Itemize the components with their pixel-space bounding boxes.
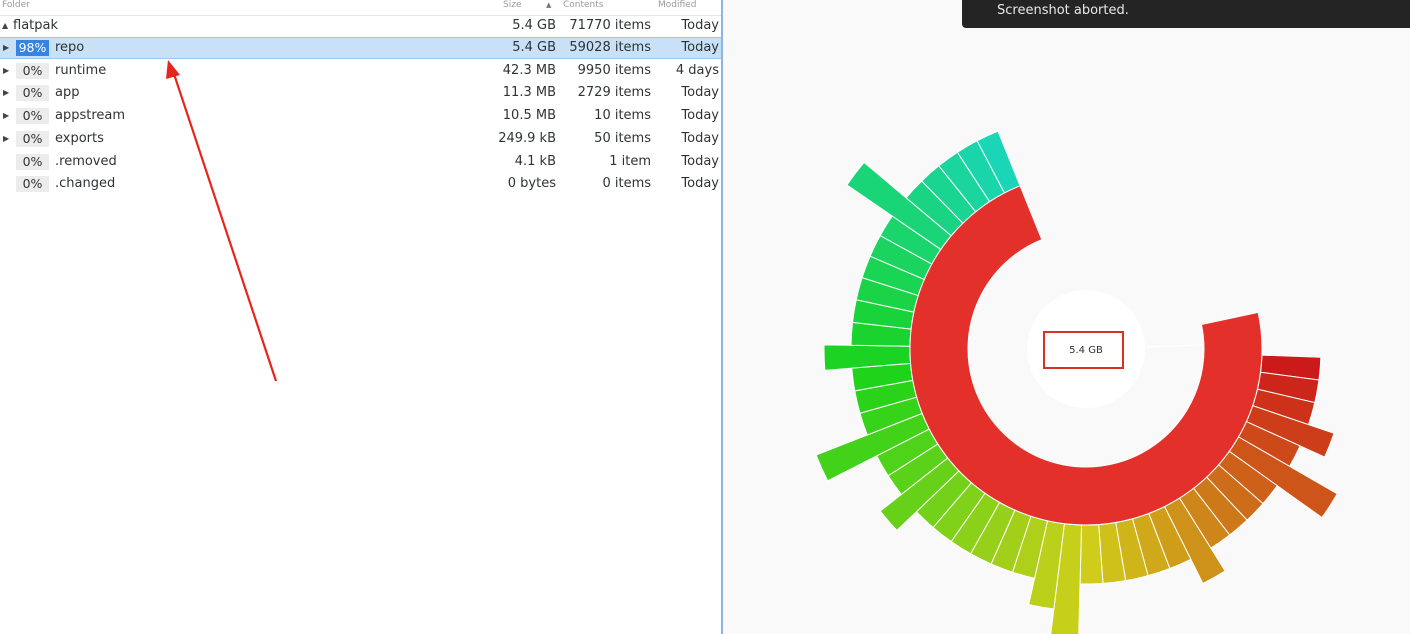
folder-size: 11.3 MB: [502, 85, 556, 101]
folder-size: 10.5 MB: [502, 108, 556, 124]
tree-row[interactable]: ▶ 0% runtime 42.3 MB 9950 items 4 days: [0, 60, 721, 82]
folder-size: 249.9 kB: [498, 130, 556, 146]
ring-segment-outer[interactable]: [1079, 524, 1104, 585]
tree-row[interactable]: ▶ 0% app 11.3 MB 2729 items Today: [0, 82, 721, 104]
folder-modified: Today: [681, 18, 719, 33]
column-header-bar: [0, 0, 721, 16]
folder-contents: 1 item: [609, 153, 651, 169]
folder-contents: 59028 items: [569, 40, 651, 55]
expand-triangle-icon[interactable]: ▶: [3, 105, 11, 127]
folder-name: app: [55, 85, 80, 101]
folder-contents: 71770 items: [569, 18, 651, 33]
toast-message: Screenshot aborted.: [997, 3, 1129, 18]
expand-triangle-icon[interactable]: ▶: [3, 60, 11, 82]
toast-notification: Screenshot aborted.: [962, 0, 1410, 28]
folder-modified: Today: [681, 130, 719, 146]
folder-size: 5.4 GB: [512, 40, 556, 55]
column-header-contents[interactable]: Contents: [563, 0, 603, 15]
ring-chart[interactable]: 5.4 GB: [723, 0, 1410, 634]
tree-row[interactable]: 0% .removed 4.1 kB 1 item Today: [0, 151, 721, 173]
folder-name: .changed: [55, 176, 116, 192]
expand-triangle-icon[interactable]: ▶: [3, 38, 11, 58]
folder-modified: Today: [681, 153, 719, 169]
ring-chart-panel[interactable]: 5.4 GB: [723, 0, 1410, 634]
folder-size: 0 bytes: [507, 176, 556, 192]
usage-percent-badge: 0%: [16, 85, 49, 102]
folder-modified: Today: [681, 108, 719, 124]
folder-contents: 2729 items: [577, 85, 651, 101]
usage-percent-badge: 0%: [16, 176, 49, 193]
usage-percent-badge: 0%: [16, 62, 49, 79]
expand-triangle-icon[interactable]: ▶: [3, 82, 11, 104]
folder-name: exports: [55, 130, 104, 146]
folder-contents: 9950 items: [577, 62, 651, 78]
center-size-label: 5.4 GB: [1069, 345, 1103, 356]
folder-size: 42.3 MB: [502, 62, 556, 78]
folder-size: 4.1 kB: [514, 153, 556, 169]
folder-modified: Today: [681, 176, 719, 192]
tree-row-root[interactable]: ▲ flatpak 5.4 GB 71770 items Today: [0, 15, 721, 37]
usage-percent-badge: 0%: [16, 153, 49, 170]
folder-name: flatpak: [13, 18, 58, 33]
tree-row[interactable]: ▶ 0% exports 249.9 kB 50 items Today: [0, 128, 721, 150]
folder-name: .removed: [55, 153, 117, 169]
folder-modified: Today: [681, 85, 719, 101]
column-header-size[interactable]: Size: [503, 0, 521, 15]
column-header-modified[interactable]: Modified: [658, 0, 696, 15]
folder-size: 5.4 GB: [512, 18, 556, 33]
folder-modified: Today: [681, 40, 719, 55]
usage-percent-badge: 0%: [16, 130, 49, 147]
folder-contents: 10 items: [594, 108, 651, 124]
folder-tree-view[interactable]: Folder Size ▲ Contents Modified ▲ flatpa…: [0, 0, 721, 634]
folder-name: runtime: [55, 62, 107, 78]
sort-ascending-icon[interactable]: ▲: [546, 0, 551, 15]
folder-contents: 0 items: [602, 176, 651, 192]
tree-row[interactable]: ▶ 0% appstream 10.5 MB 10 items Today: [0, 105, 721, 127]
ring-segment-inner[interactable]: [1145, 344, 1204, 348]
folder-contents: 50 items: [594, 130, 651, 146]
collapse-triangle-icon[interactable]: ▲: [2, 15, 10, 37]
usage-percent-badge: 98%: [16, 40, 49, 56]
usage-percent-badge: 0%: [16, 108, 49, 125]
expand-triangle-icon[interactable]: ▶: [3, 128, 11, 150]
tree-row[interactable]: ▶ 98% repo 5.4 GB 59028 items Today: [0, 37, 721, 59]
folder-modified: 4 days: [675, 62, 719, 78]
folder-name: appstream: [55, 108, 126, 124]
tree-row[interactable]: 0% .changed 0 bytes 0 items Today: [0, 173, 721, 195]
column-header-folder[interactable]: Folder: [2, 0, 30, 15]
folder-name: repo: [55, 40, 85, 55]
